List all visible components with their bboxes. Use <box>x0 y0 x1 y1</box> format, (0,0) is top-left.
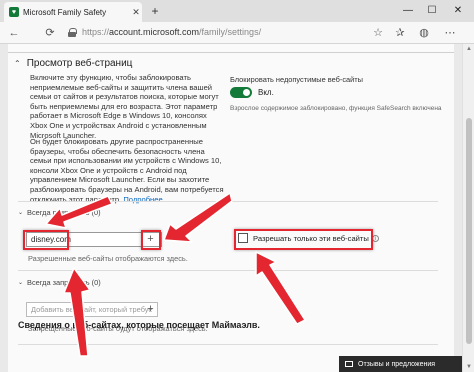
divider <box>18 270 438 271</box>
add-block-site-button[interactable]: + <box>144 303 157 316</box>
favorites-icon[interactable]: ✰ <box>392 25 408 41</box>
family-safety-favicon-icon: ♥ <box>9 7 19 17</box>
address-bar: ← ⟳ https://account.microsoft.com/family… <box>0 22 474 44</box>
divider <box>18 344 438 345</box>
section-title: Просмотр веб-страниц <box>26 58 133 69</box>
highlight-site-box <box>23 230 69 250</box>
chevron-down-icon: ⌄ <box>18 280 24 286</box>
safesearch-note: Взрослое содержимое заблокировано, функц… <box>230 105 442 112</box>
chevron-up-icon: ⌃ <box>14 59 21 68</box>
activity-heading: Сведения о веб-сайтах, которые посещает … <box>18 320 260 330</box>
block-toggle-switch[interactable] <box>230 87 252 98</box>
always-allow-label: Всегда разрешать (0) <box>27 208 101 217</box>
back-button[interactable]: ← <box>6 25 22 41</box>
chevron-down-icon: ⌄ <box>18 210 24 216</box>
always-allow-header[interactable]: ⌄ Всегда разрешать (0) <box>18 208 101 217</box>
always-block-header[interactable]: ⌄ Всегда запрещать (0) <box>18 278 101 287</box>
browser-tab[interactable]: ♥ Microsoft Family Safety ✕ <box>4 2 142 22</box>
new-tab-button[interactable]: + <box>148 4 162 18</box>
block-toggle-label: Блокировать недопустимые веб-сайты <box>230 75 363 84</box>
title-bar: ♥ Microsoft Family Safety ✕ + — ☐ ✕ <box>0 0 474 22</box>
section-header[interactable]: ⌃ Просмотр веб-страниц <box>14 58 132 69</box>
allowed-sites-hint: Разрешенные веб-сайты отображаются здесь… <box>28 254 188 263</box>
scroll-up-icon[interactable]: ▲ <box>463 44 474 54</box>
feedback-button[interactable]: Отзывы и предложения <box>339 356 463 372</box>
highlight-add-box <box>141 230 161 250</box>
lock-icon[interactable] <box>68 28 77 37</box>
section-description-2: Он будет блокировать другие распростране… <box>30 137 224 204</box>
highlight-checkbox-box <box>234 229 373 250</box>
divider <box>18 201 438 202</box>
vertical-scrollbar[interactable]: ▲ ▼ <box>462 44 474 372</box>
block-site-input[interactable]: Добавить веб-сайт, который требуе <box>26 302 158 317</box>
more-link[interactable]: Подробнее <box>123 195 162 204</box>
minimize-button[interactable]: — <box>398 2 418 20</box>
close-window-button[interactable]: ✕ <box>448 2 468 20</box>
maximize-button[interactable]: ☐ <box>422 2 442 20</box>
profile-icon[interactable]: ◍ <box>416 25 432 41</box>
star-icon[interactable]: ☆ <box>370 25 386 41</box>
menu-icon[interactable]: ⋯ <box>442 25 458 41</box>
block-toggle-state: Вкл. <box>258 88 274 97</box>
panel-divider <box>8 52 454 53</box>
refresh-button[interactable]: ⟳ <box>42 25 58 41</box>
tab-title: Microsoft Family Safety <box>23 7 107 17</box>
always-block-label: Всегда запрещать (0) <box>27 278 101 287</box>
scroll-down-icon[interactable]: ▼ <box>463 362 474 372</box>
tab-close-icon[interactable]: ✕ <box>130 7 142 18</box>
feedback-label: Отзывы и предложения <box>358 360 436 368</box>
scroll-thumb[interactable] <box>466 118 472 344</box>
section-description-1: Включите эту функцию, чтобы заблокироват… <box>30 73 219 140</box>
chat-icon <box>345 361 353 367</box>
url-field[interactable]: https://account.microsoft.com/family/set… <box>82 27 261 37</box>
